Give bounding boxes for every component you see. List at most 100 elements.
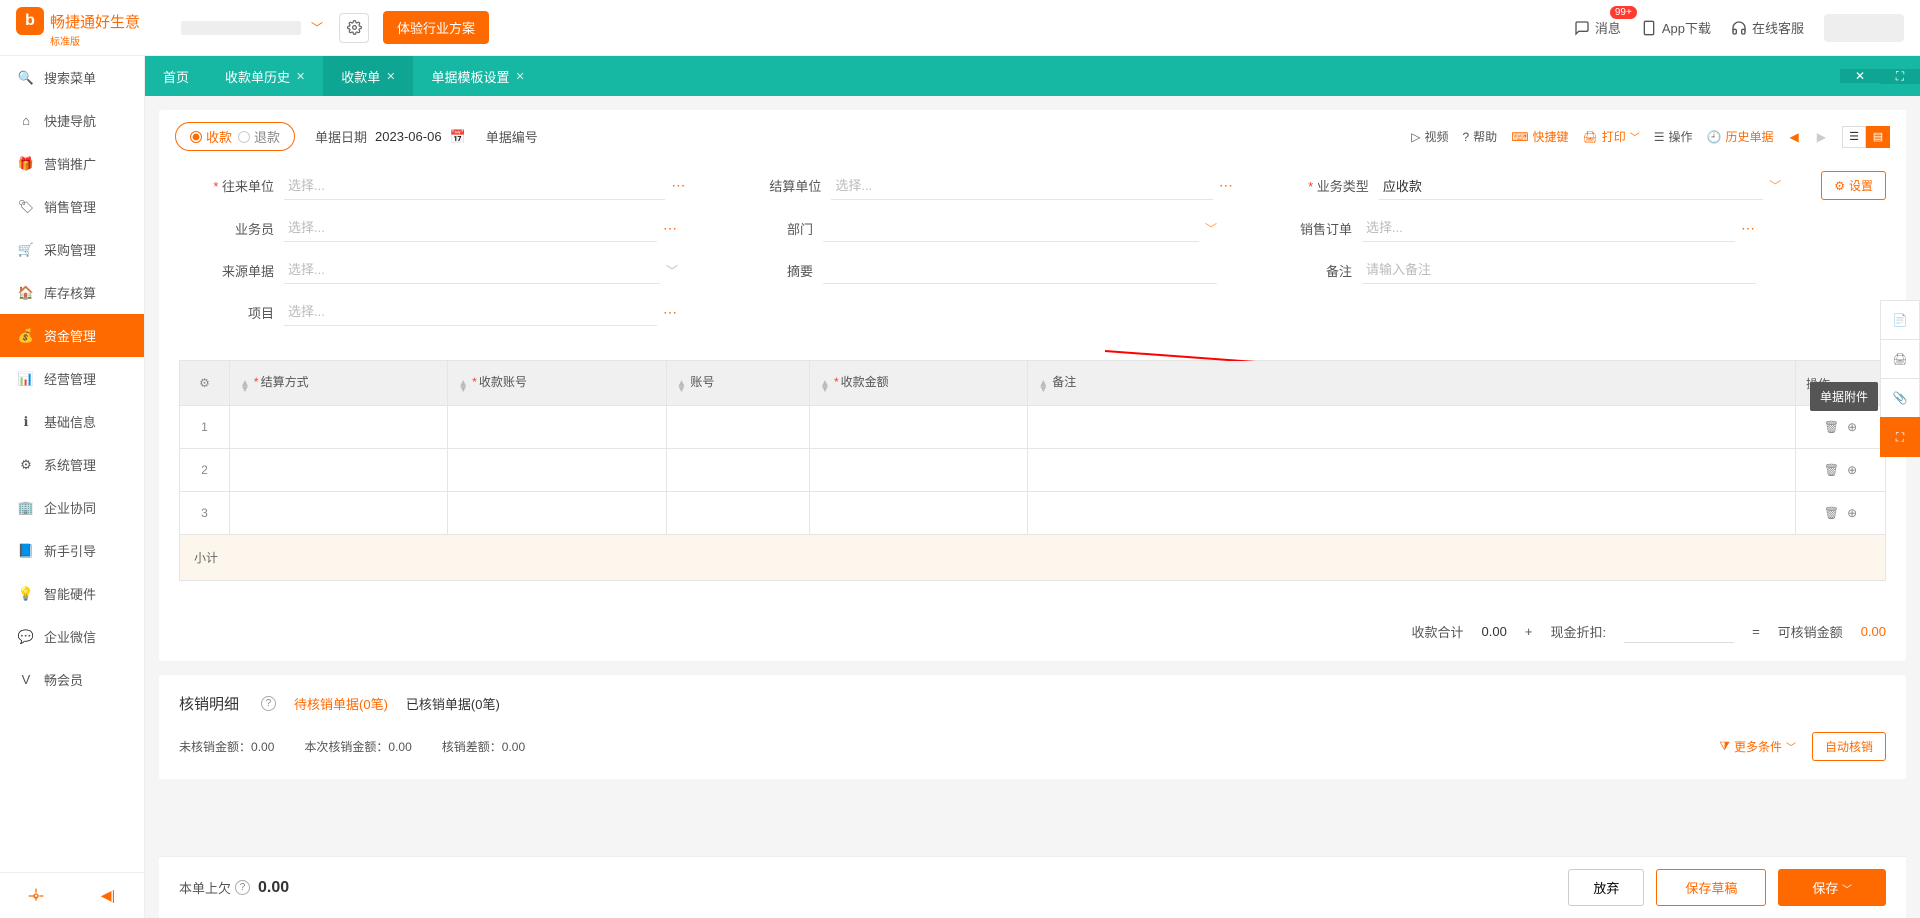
- table-row[interactable]: 3🗑⊕: [180, 492, 1886, 535]
- remark-input[interactable]: [1362, 256, 1756, 284]
- sidebar-item-report[interactable]: 📊经营管理: [0, 357, 144, 400]
- app-download-link[interactable]: App下载: [1641, 18, 1711, 37]
- partner-input[interactable]: [284, 172, 665, 200]
- help-icon[interactable]: ?: [261, 696, 276, 711]
- more-conditions-link[interactable]: ⧩ 更多条件 ﹀: [1719, 738, 1796, 755]
- tab-2[interactable]: 收款单✕: [323, 56, 413, 96]
- sidebar-item-sys[interactable]: ⚙系统管理: [0, 443, 144, 486]
- support-link[interactable]: 在线客服: [1731, 18, 1804, 37]
- more-icon[interactable]: ⋯: [1741, 220, 1756, 237]
- nav-next-button[interactable]: ▶: [1815, 130, 1828, 144]
- clerk-input[interactable]: [284, 214, 657, 242]
- date-value[interactable]: 2023-06-06: [375, 129, 442, 144]
- sidebar-item-info[interactable]: ℹ基础信息: [0, 400, 144, 443]
- col-remark[interactable]: ▲▼备注: [1028, 361, 1796, 406]
- delete-row-button[interactable]: 🗑: [1824, 420, 1839, 434]
- gift-icon: 🎁: [18, 156, 34, 172]
- shortcut-link[interactable]: ⌨快捷键: [1511, 128, 1568, 145]
- biztype-input[interactable]: [1379, 172, 1763, 200]
- help-link[interactable]: ?帮助: [1462, 128, 1497, 145]
- float-note-button[interactable]: 📄: [1880, 300, 1920, 340]
- calendar-icon[interactable]: 📅: [450, 129, 466, 145]
- col-account[interactable]: ▲▼*收款账号: [448, 361, 666, 406]
- paperclip-icon: 📎: [1893, 391, 1908, 405]
- table-row[interactable]: 1🗑⊕: [180, 406, 1886, 449]
- tab-1[interactable]: 收款单历史✕: [207, 56, 323, 96]
- col-accountno[interactable]: ▲▼账号: [666, 361, 810, 406]
- dept-input[interactable]: [823, 214, 1199, 242]
- user-avatar[interactable]: [1824, 14, 1904, 42]
- nav-prev-button[interactable]: ◀: [1788, 130, 1801, 144]
- print-link[interactable]: 🖨打印﹀: [1583, 128, 1640, 145]
- org-selector[interactable]: ﹀: [181, 19, 323, 36]
- chevron-down-icon[interactable]: ﹀: [1769, 177, 1781, 194]
- sidebar-item-wallet[interactable]: 💰资金管理: [0, 314, 144, 357]
- discount-input[interactable]: [1624, 619, 1734, 643]
- delete-row-button[interactable]: 🗑: [1824, 463, 1839, 477]
- close-icon[interactable]: ✕: [516, 70, 525, 83]
- discard-button[interactable]: 放弃: [1568, 869, 1644, 906]
- sidebar-item-corp[interactable]: 🏢企业协同: [0, 486, 144, 529]
- more-icon[interactable]: ⋯: [663, 220, 678, 237]
- summary-input[interactable]: [823, 256, 1217, 284]
- sidebar-item-cart[interactable]: 🛒采购管理: [0, 228, 144, 271]
- messages-link[interactable]: 消息: [1574, 18, 1621, 37]
- float-attachment-button[interactable]: 📎: [1880, 378, 1920, 418]
- sidebar-item-guide[interactable]: 📘新手引导: [0, 529, 144, 572]
- sidebar-item-hw[interactable]: 💡智能硬件: [0, 572, 144, 615]
- sidebar-collapse-button[interactable]: ◀|: [72, 873, 144, 918]
- add-row-button[interactable]: ⊕: [1847, 463, 1857, 477]
- close-icon[interactable]: ✕: [386, 70, 395, 83]
- chevron-down-icon[interactable]: ﹀: [666, 262, 678, 279]
- more-icon[interactable]: ⋯: [1219, 177, 1234, 194]
- tab-fullscreen-button[interactable]: ⛶: [1880, 69, 1920, 84]
- close-icon[interactable]: ✕: [296, 70, 305, 83]
- float-expand-button[interactable]: ⛶: [1880, 417, 1920, 457]
- form-settings-button[interactable]: ⚙设置: [1821, 171, 1886, 200]
- tab-0[interactable]: 首页: [145, 56, 207, 96]
- table-row[interactable]: 2🗑⊕: [180, 449, 1886, 492]
- radio-refund[interactable]: 退款: [238, 127, 280, 146]
- col-settle[interactable]: ▲▼*结算方式: [230, 361, 448, 406]
- verif-tab-done[interactable]: 已核销单据(0笔): [406, 694, 500, 713]
- auto-verify-button[interactable]: 自动核销: [1812, 732, 1886, 761]
- sidebar-item-wechat[interactable]: 💬企业微信: [0, 615, 144, 658]
- settle-unit-input[interactable]: [831, 172, 1212, 200]
- more-icon[interactable]: ⋯: [671, 177, 686, 194]
- add-row-button[interactable]: ⊕: [1847, 420, 1857, 434]
- source-input[interactable]: [284, 256, 660, 284]
- view-list-button[interactable]: ☰: [1842, 126, 1866, 148]
- delete-row-button[interactable]: 🗑: [1824, 506, 1839, 520]
- more-icon[interactable]: ⋯: [663, 304, 678, 321]
- col-gear[interactable]: ⚙: [180, 361, 230, 406]
- trial-plan-button[interactable]: 体验行业方案: [383, 11, 489, 44]
- sidebar-item-label: 销售管理: [44, 197, 96, 216]
- verif-tab-pending[interactable]: 待核销单据(0笔): [294, 694, 388, 713]
- sidebar-item-tag[interactable]: 🏷销售管理: [0, 185, 144, 228]
- sidebar-item-house[interactable]: 🏠库存核算: [0, 271, 144, 314]
- add-row-button[interactable]: ⊕: [1847, 506, 1857, 520]
- radio-receive[interactable]: 收款: [190, 127, 232, 146]
- sidebar-item-rocket[interactable]: ⌂快捷导航: [0, 99, 144, 142]
- view-detail-button[interactable]: ▤: [1866, 126, 1890, 148]
- operate-link[interactable]: ☰操作: [1654, 128, 1693, 145]
- history-link[interactable]: 🕘历史单据: [1707, 128, 1774, 145]
- tab-close-button[interactable]: ✕: [1840, 69, 1880, 83]
- sidebar-item-gift[interactable]: 🎁营销推广: [0, 142, 144, 185]
- play-icon: ▷: [1411, 130, 1420, 144]
- float-print-button[interactable]: 🖨: [1880, 339, 1920, 379]
- video-link[interactable]: ▷视频: [1411, 128, 1448, 145]
- settings-gear-button[interactable]: [339, 13, 369, 43]
- sidebar-settings-button[interactable]: [0, 873, 72, 918]
- save-draft-button[interactable]: 保存草稿: [1656, 869, 1766, 906]
- tab-3[interactable]: 单据模板设置✕: [413, 56, 542, 96]
- project-input[interactable]: [284, 298, 657, 326]
- sidebar-item-vip[interactable]: V畅会员: [0, 658, 144, 701]
- sidebar-item-label: 资金管理: [44, 326, 96, 345]
- save-button[interactable]: 保存 ﹀: [1778, 869, 1886, 906]
- help-icon[interactable]: ?: [235, 880, 250, 895]
- chevron-down-icon[interactable]: ﹀: [1205, 220, 1217, 237]
- sidebar-item-search[interactable]: 🔍搜索菜单: [0, 56, 144, 99]
- col-amount[interactable]: ▲▼*收款金额: [810, 361, 1028, 406]
- order-input[interactable]: [1362, 214, 1735, 242]
